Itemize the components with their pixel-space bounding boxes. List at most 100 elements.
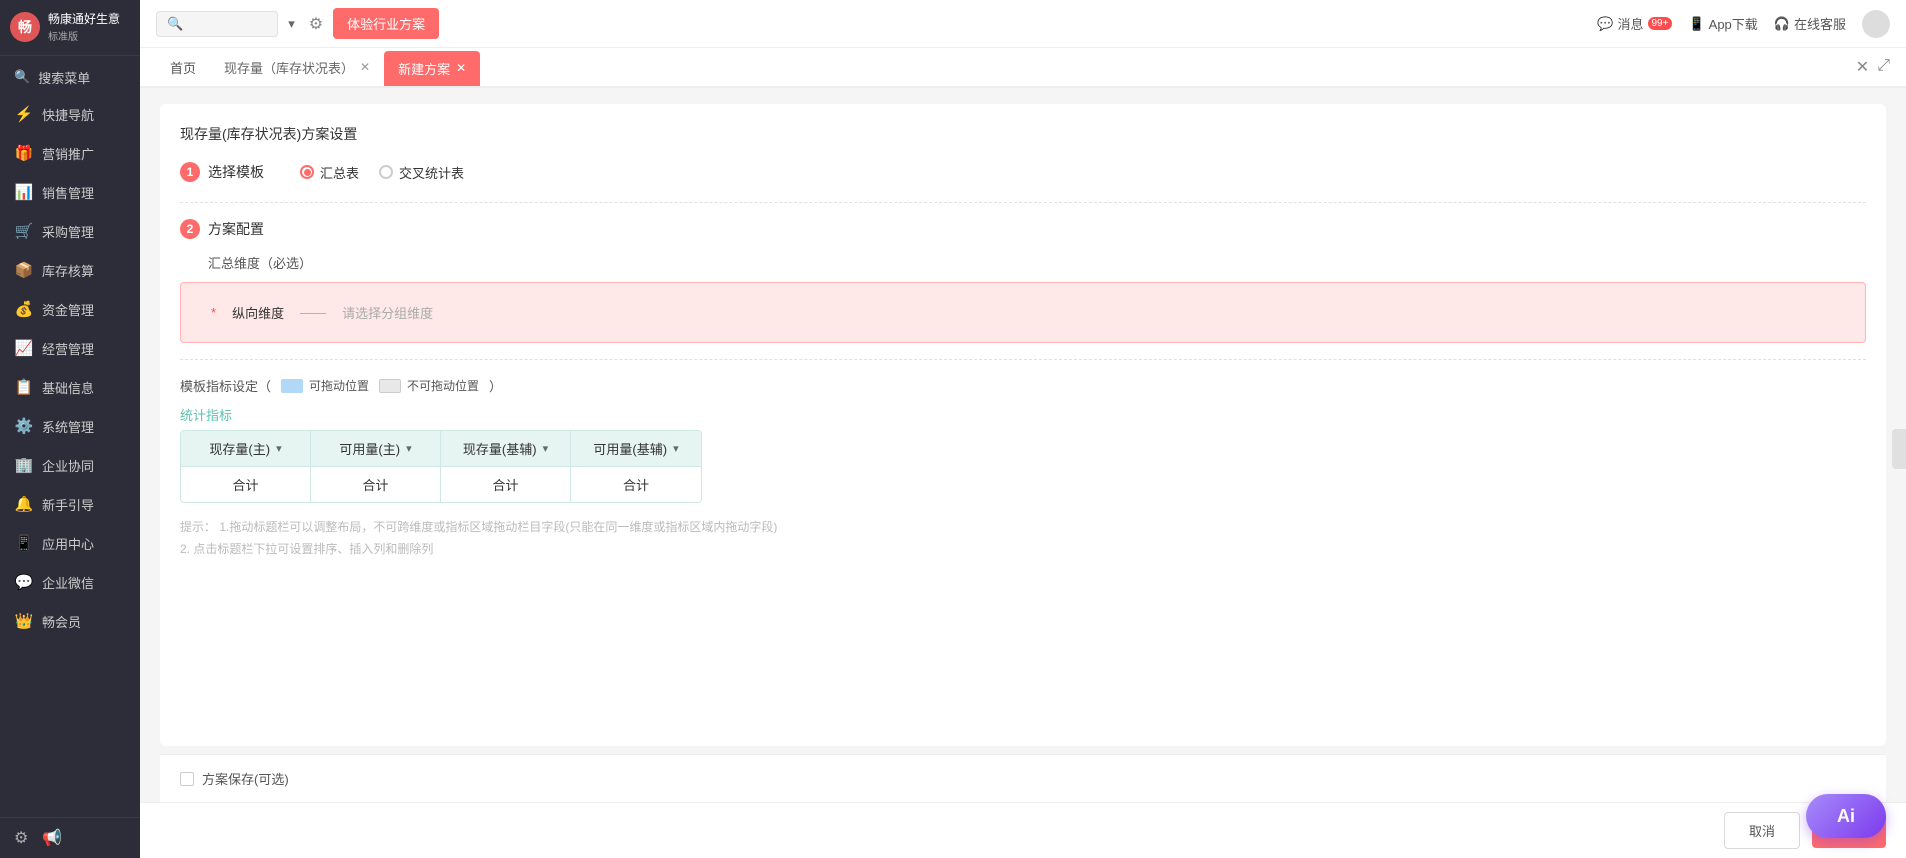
legend-draggable-label: 可拖动位置 — [309, 377, 369, 394]
online-service-item[interactable]: 🎧 在线客服 — [1774, 14, 1846, 33]
sidebar-search-label: 搜索菜单 — [38, 68, 90, 87]
sidebar-item-operations[interactable]: 📈 经营管理 — [0, 329, 140, 368]
section2-number: 2 — [180, 219, 200, 239]
search-icon: 🔍 — [14, 69, 30, 85]
section-config: 2 方案配置 汇总维度（必选） * 纵向维度 —— 请选择分组维度 模板指标设定… — [180, 219, 1866, 559]
tab-new-plan[interactable]: 新建方案 ✕ — [384, 51, 480, 86]
sidebar-item-finance[interactable]: 💰 资金管理 — [0, 290, 140, 329]
topbar-search-input[interactable] — [187, 17, 267, 31]
sidebar-item-sales[interactable]: 📊 销售管理 — [0, 173, 140, 212]
tip-text-1: 2. 点击标题栏下拉可设置排序、插入列和删除列 — [180, 542, 433, 556]
sidebar-item-enterprise[interactable]: 🏢 企业协同 — [0, 446, 140, 485]
radio-cross-circle — [379, 165, 393, 179]
divider-2 — [180, 359, 1866, 360]
sidebar-item-app-center[interactable]: 📱 应用中心 — [0, 524, 140, 563]
chevron-icon-1: ▾ — [406, 442, 412, 455]
right-toggle[interactable] — [1892, 429, 1906, 469]
settings-footer-icon[interactable]: ⚙ — [14, 828, 28, 848]
stats-header-cell-0[interactable]: 现存量(主) ▾ — [181, 431, 311, 466]
content-area: 现存量(库存状况表)方案设置 1 选择模板 汇总表 交叉统计表 — [140, 88, 1906, 802]
stats-header-cell-1[interactable]: 可用量(主) ▾ — [311, 431, 441, 466]
stats-body-row: 合计 合计 合计 合计 — [181, 466, 701, 502]
app-download-item[interactable]: 📱 App下载 — [1688, 14, 1757, 33]
sidebar-item-label: 畅会员 — [42, 612, 81, 631]
sidebar-item-label: 采购管理 — [42, 222, 94, 241]
tip-item-0: 提示： 1.拖动标题栏可以调整布局，不可跨维度或指标区域拖动栏目字段(只能在同一… — [180, 518, 1866, 537]
stats-header-label-1: 可用量(主) — [339, 439, 400, 458]
stats-header-label-3: 可用量(基辅) — [593, 439, 667, 458]
sidebar-item-label: 基础信息 — [42, 378, 94, 397]
topbar-search-icon: 🔍 — [167, 16, 183, 32]
sidebar-item-new-guide[interactable]: 🔔 新手引导 — [0, 485, 140, 524]
indicator-settings-row: 模板指标设定（ 可拖动位置 不可拖动位置 ） — [180, 376, 1866, 395]
topbar-settings-icon[interactable]: ⚙ — [309, 14, 323, 34]
tip-item-1: 2. 点击标题栏下拉可设置排序、插入列和删除列 — [180, 540, 1866, 559]
message-item[interactable]: 💬 消息 99+ — [1597, 14, 1672, 33]
message-badge: 99+ — [1648, 17, 1673, 30]
sidebar-item-basic-info[interactable]: 📋 基础信息 — [0, 368, 140, 407]
chevron-icon-2: ▾ — [543, 442, 549, 455]
sidebar-item-label: 企业微信 — [42, 573, 94, 592]
summary-dimension-label: 汇总维度（必选） — [208, 253, 1866, 272]
sidebar-item-inventory[interactable]: 📦 库存核算 — [0, 251, 140, 290]
inventory-status-tab-close[interactable]: ✕ — [360, 60, 370, 74]
home-tab-label: 首页 — [170, 58, 196, 77]
sidebar-logo: 畅 畅康通好生意 标准版 — [0, 0, 140, 56]
stats-table: 现存量(主) ▾ 可用量(主) ▾ 现存量(基辅) ▾ — [180, 430, 702, 503]
stats-label: 统计指标 — [180, 405, 1866, 424]
save-label[interactable]: 方案保存(可选) — [202, 769, 289, 788]
tab-inventory-status[interactable]: 现存量（库存状况表） ✕ — [210, 50, 384, 87]
sidebar-item-wechat[interactable]: 💬 企业微信 — [0, 563, 140, 602]
system-icon: ⚙️ — [14, 417, 34, 435]
section2-header: 2 方案配置 — [180, 219, 1866, 239]
section1-title: 选择模板 — [208, 162, 264, 182]
topbar-dropdown-button[interactable]: ▾ — [288, 16, 295, 32]
topbar-search-box[interactable]: 🔍 — [156, 11, 278, 37]
app-name: 畅康通好生意 — [48, 12, 120, 28]
app-center-icon: 📱 — [14, 534, 34, 552]
dimension-placeholder[interactable]: 请选择分组维度 — [342, 303, 433, 322]
legend-non-draggable-label: 不可拖动位置 — [407, 377, 479, 394]
sidebar-item-quick-nav[interactable]: ⚡ 快捷导航 — [0, 95, 140, 134]
radio-summary[interactable]: 汇总表 — [300, 163, 359, 182]
cancel-button[interactable]: 取消 — [1724, 812, 1800, 849]
radio-cross[interactable]: 交叉统计表 — [379, 163, 464, 182]
section-template: 1 选择模板 汇总表 交叉统计表 — [180, 162, 1866, 182]
template-options: 汇总表 交叉统计表 — [300, 163, 464, 182]
message-icon: 💬 — [1597, 16, 1613, 32]
dimension-dash: —— — [300, 305, 326, 320]
main-area: 🔍 ▾ ⚙ 体验行业方案 💬 消息 99+ 📱 App下载 🎧 在线客服 — [140, 0, 1906, 858]
app-download-label: App下载 — [1709, 14, 1758, 33]
sidebar-item-label: 系统管理 — [42, 417, 94, 436]
ai-float-button[interactable]: Ai — [1806, 794, 1886, 838]
sidebar-item-label: 库存核算 — [42, 261, 94, 280]
sidebar-item-member[interactable]: 👑 畅会员 — [0, 602, 140, 641]
page-title: 现存量(库存状况表)方案设置 — [180, 124, 1866, 144]
sidebar-search-row[interactable]: 🔍 搜索菜单 — [0, 60, 140, 95]
tab-close-all-icon[interactable]: ✕ — [1856, 57, 1869, 77]
indicator-settings-suffix: ） — [489, 376, 502, 395]
member-icon: 👑 — [14, 612, 34, 630]
dimension-required-mark: * — [211, 305, 216, 320]
new-plan-tab-close[interactable]: ✕ — [456, 61, 466, 75]
user-avatar[interactable] — [1862, 10, 1890, 38]
sidebar-item-purchase[interactable]: 🛒 采购管理 — [0, 212, 140, 251]
tip-text-0: 1.拖动标题栏可以调整布局，不可跨维度或指标区域拖动栏目字段(只能在同一维度或指… — [219, 520, 777, 534]
sidebar-item-label: 应用中心 — [42, 534, 94, 553]
sidebar-item-label: 快捷导航 — [42, 105, 94, 124]
stats-header-cell-2[interactable]: 现存量(基辅) ▾ — [441, 431, 571, 466]
tab-expand-icon[interactable]: ⤢ — [1877, 57, 1890, 77]
sidebar-item-marketing[interactable]: 🎁 营销推广 — [0, 134, 140, 173]
save-checkbox[interactable] — [180, 772, 194, 786]
speaker-icon[interactable]: 📢 — [42, 828, 62, 848]
stats-header-cell-3[interactable]: 可用量(基辅) ▾ — [571, 431, 701, 466]
inventory-icon: 📦 — [14, 261, 34, 279]
topbar: 🔍 ▾ ⚙ 体验行业方案 💬 消息 99+ 📱 App下载 🎧 在线客服 — [140, 0, 1906, 48]
tab-home[interactable]: 首页 — [156, 50, 210, 87]
tips-section: 提示： 1.拖动标题栏可以调整布局，不可跨维度或指标区域拖动栏目字段(只能在同一… — [180, 518, 1866, 559]
radio-summary-label: 汇总表 — [320, 163, 359, 182]
experience-btn[interactable]: 体验行业方案 — [333, 8, 439, 39]
legend-draggable-item: 可拖动位置 — [281, 377, 369, 394]
sidebar-item-system[interactable]: ⚙️ 系统管理 — [0, 407, 140, 446]
finance-icon: 💰 — [14, 300, 34, 318]
